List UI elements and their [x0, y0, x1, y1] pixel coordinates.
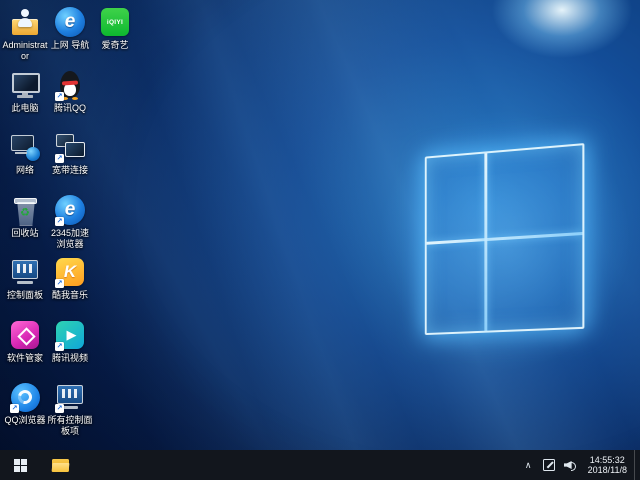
icon-label: 腾讯视频	[47, 353, 93, 364]
icon-label: 软件管家	[2, 353, 48, 364]
control-panel-icon	[9, 256, 41, 288]
shortcut-arrow-icon: ↗	[55, 217, 64, 226]
icon-glyph: iQIYI	[99, 6, 131, 38]
icon-label: 网络	[2, 165, 48, 176]
icon-label: 此电脑	[2, 103, 48, 114]
iqiyi-icon: iQIYI	[99, 6, 131, 38]
clock-time: 14:55:32	[588, 455, 627, 466]
desktop-icon-all-control-panel[interactable]: ↗ 所有控制面板项	[47, 381, 93, 437]
desktop-icon-software-manager[interactable]: 软件管家	[2, 319, 48, 364]
icon-label: 腾讯QQ	[47, 103, 93, 114]
icon-glyph	[9, 69, 41, 101]
desktop-icon-this-pc[interactable]: 此电脑	[2, 69, 48, 114]
shortcut-arrow-icon: ↗	[10, 404, 19, 413]
this-pc-icon	[9, 69, 41, 101]
icon-label: 酷我音乐	[47, 290, 93, 301]
shortcut-arrow-icon: ↗	[55, 279, 64, 288]
desktop-icon-control-panel[interactable]: 控制面板	[2, 256, 48, 301]
kuwo-music-icon: K ↗	[54, 256, 86, 288]
shortcut-arrow-icon: ↗	[55, 92, 64, 101]
desktop-icon-browser-2345[interactable]: e ↗ 2345加速浏览器	[47, 194, 93, 250]
ime-pen-button[interactable]	[539, 450, 560, 480]
icon-label: Administrator	[2, 40, 48, 62]
network-icon	[9, 131, 41, 163]
desktop-icon-kuwo-music[interactable]: K ↗ 酷我音乐	[47, 256, 93, 301]
desktop-icon-network[interactable]: 网络	[2, 131, 48, 176]
clock-date: 2018/11/8	[588, 465, 627, 476]
qq-browser-icon: ↗	[9, 381, 41, 413]
volume-button[interactable]	[560, 450, 581, 480]
desktop-icon-internet-nav[interactable]: e 上网 导航	[47, 6, 93, 51]
desktop-icons: Administrator e 上网 导航 iQIYI 爱奇艺 此电脑 ↗ 腾讯…	[0, 0, 640, 450]
icon-glyph: ♻	[9, 194, 41, 226]
taskbar: ∧ 14:55:32 2018/11/8	[0, 450, 640, 480]
software-manager-icon	[9, 319, 41, 351]
icon-label: 控制面板	[2, 290, 48, 301]
start-button[interactable]	[0, 450, 40, 480]
system-tray: ∧ 14:55:32 2018/11/8	[518, 450, 640, 480]
icon-label: 宽带连接	[47, 165, 93, 176]
desktop-icon-tencent-qq[interactable]: ↗ 腾讯QQ	[47, 69, 93, 114]
shortcut-arrow-icon: ↗	[55, 404, 64, 413]
icon-glyph: e	[54, 6, 86, 38]
shortcut-arrow-icon: ↗	[55, 342, 64, 351]
icon-glyph	[9, 6, 41, 38]
all-control-panel-icon: ↗	[54, 381, 86, 413]
desktop-icon-qq-browser[interactable]: ↗ QQ浏览器	[2, 381, 48, 426]
tencent-video-icon: ▶ ↗	[54, 319, 86, 351]
tray-overflow-button[interactable]: ∧	[518, 450, 539, 480]
icon-label: QQ浏览器	[2, 415, 48, 426]
icon-label: 上网 导航	[47, 40, 93, 51]
recycle-bin-icon: ♻	[9, 194, 41, 226]
tencent-qq-icon: ↗	[54, 69, 86, 101]
taskbar-clock[interactable]: 14:55:32 2018/11/8	[581, 455, 634, 476]
internet-nav-icon: e	[54, 6, 86, 38]
desktop-icon-iqiyi[interactable]: iQIYI 爱奇艺	[92, 6, 138, 51]
icon-label: 所有控制面板项	[47, 415, 93, 437]
broadband-icon: ↗	[54, 131, 86, 163]
desktop-icon-broadband[interactable]: ↗ 宽带连接	[47, 131, 93, 176]
icon-glyph	[9, 319, 41, 351]
desktop-icon-tencent-video[interactable]: ▶ ↗ 腾讯视频	[47, 319, 93, 364]
icon-label: 2345加速浏览器	[47, 228, 93, 250]
show-desktop-button[interactable]	[634, 450, 640, 480]
file-explorer-button[interactable]	[40, 450, 80, 480]
icon-label: 爱奇艺	[92, 40, 138, 51]
folder-icon	[52, 459, 69, 472]
pen-icon	[543, 459, 555, 471]
windows-logo-icon	[14, 459, 27, 472]
administrator-icon	[9, 6, 41, 38]
shortcut-arrow-icon: ↗	[55, 154, 64, 163]
browser-2345-icon: e ↗	[54, 194, 86, 226]
icon-glyph	[9, 131, 41, 163]
chevron-up-icon: ∧	[525, 461, 532, 470]
speaker-icon	[564, 459, 577, 471]
desktop-icon-administrator[interactable]: Administrator	[2, 6, 48, 62]
icon-label: 回收站	[2, 228, 48, 239]
desktop: Administrator e 上网 导航 iQIYI 爱奇艺 此电脑 ↗ 腾讯…	[0, 0, 640, 480]
desktop-icon-recycle-bin[interactable]: ♻ 回收站	[2, 194, 48, 239]
icon-glyph	[9, 256, 41, 288]
